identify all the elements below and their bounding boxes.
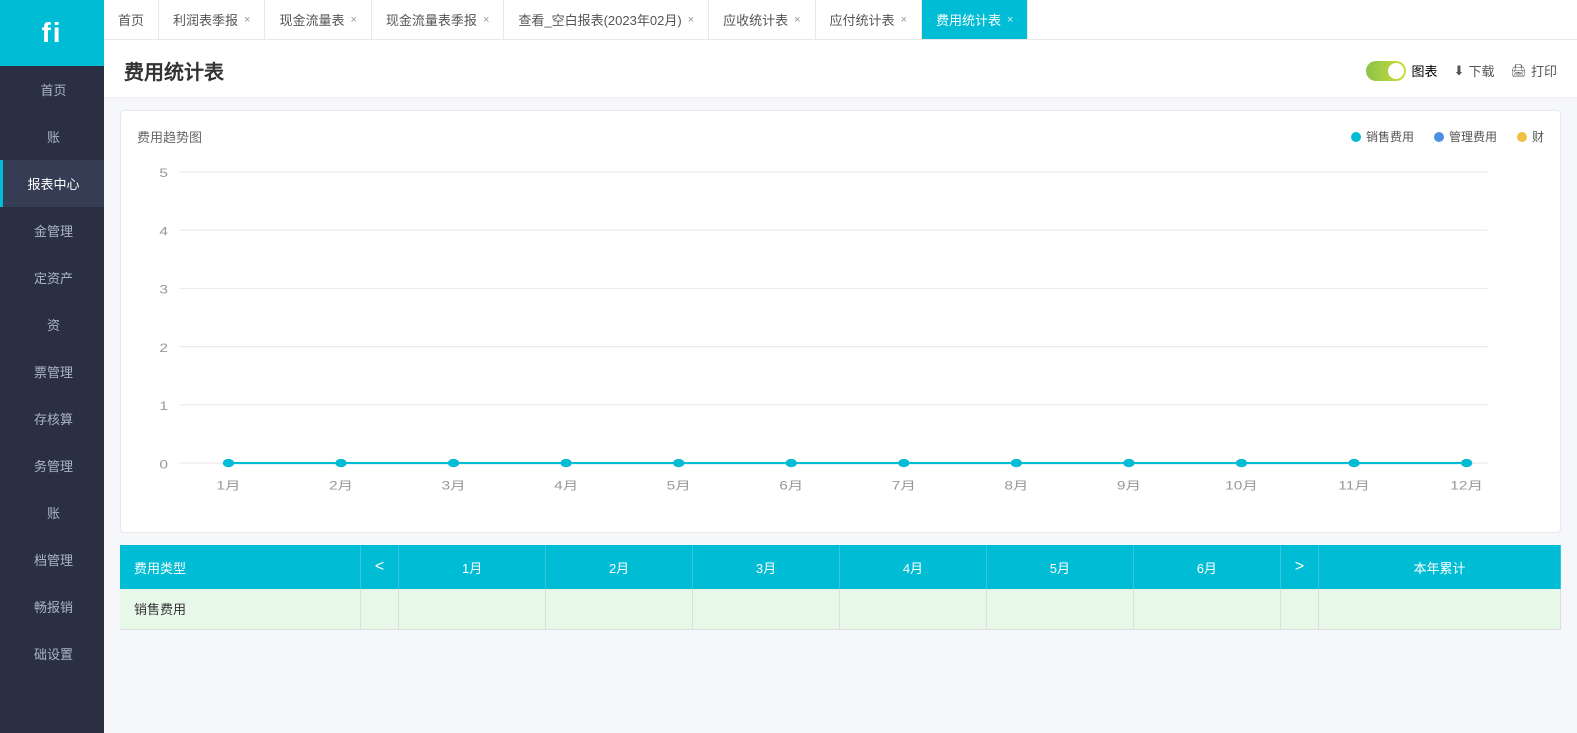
legend-admin: 管理费用 xyxy=(1434,128,1497,145)
svg-text:12月: 12月 xyxy=(1450,479,1483,492)
col-month-4: 4月 xyxy=(839,545,986,589)
sidebar-item-home[interactable]: 首页 xyxy=(0,66,104,113)
cell-m2 xyxy=(546,589,693,629)
page-content: 费用统计表 图表 ⬇ 下载 🖨 打印 费用趋势图 xyxy=(104,40,1577,733)
print-icon: 🖨 xyxy=(1510,63,1527,79)
sidebar-item-account[interactable]: 账 xyxy=(0,113,104,160)
tab-expense-stats[interactable]: 费用统计表 × xyxy=(922,0,1028,40)
svg-text:6月: 6月 xyxy=(779,479,803,492)
sidebar-item-settings[interactable]: 础设置 xyxy=(0,630,104,677)
sidebar-item-assets[interactable]: 定资产 xyxy=(0,254,104,301)
download-icon: ⬇ xyxy=(1454,63,1465,79)
cell-spacer xyxy=(360,589,398,629)
tab-home[interactable]: 首页 xyxy=(104,0,159,40)
chart-title: 费用趋势图 xyxy=(137,127,202,146)
svg-text:4: 4 xyxy=(159,225,168,238)
cell-m3 xyxy=(693,589,840,629)
col-nav-prev[interactable]: < xyxy=(360,545,398,589)
col-month-3: 3月 xyxy=(693,545,840,589)
close-tab-blank[interactable]: × xyxy=(688,14,694,26)
tab-receivable[interactable]: 应收统计表 × xyxy=(709,0,815,40)
close-tab-expense[interactable]: × xyxy=(1007,14,1013,26)
close-tab-cashflow[interactable]: × xyxy=(350,14,356,26)
svg-text:10月: 10月 xyxy=(1225,479,1258,492)
sidebar-item-inventory[interactable]: 存核算 xyxy=(0,395,104,442)
legend-sales: 销售费用 xyxy=(1351,128,1414,145)
col-month-6: 6月 xyxy=(1133,545,1280,589)
sidebar-item-service[interactable]: 务管理 xyxy=(0,442,104,489)
sidebar-item-reports[interactable]: 报表中心 xyxy=(0,160,104,207)
legend-dot-admin xyxy=(1434,132,1444,142)
chart-toggle-wrap: 图表 xyxy=(1366,61,1438,81)
expense-table: 费用类型 < 1月 2月 3月 4月 5月 6月 > 本年累计 xyxy=(120,545,1561,630)
col-month-1: 1月 xyxy=(399,545,546,589)
main-content: 首页 利润表季报 × 现金流量表 × 现金流量表季报 × 查看_空白报表(202… xyxy=(104,0,1577,733)
svg-text:0: 0 xyxy=(159,458,168,471)
svg-text:8月: 8月 xyxy=(1004,479,1028,492)
col-month-5: 5月 xyxy=(986,545,1133,589)
tab-profit[interactable]: 利润表季报 × xyxy=(159,0,265,40)
chart-legend: 销售费用 管理费用 财 xyxy=(1351,128,1544,145)
header-actions: 图表 ⬇ 下载 🖨 打印 xyxy=(1366,61,1557,81)
svg-text:3: 3 xyxy=(159,283,168,296)
cell-m6 xyxy=(1133,589,1280,629)
data-table-section: 费用类型 < 1月 2月 3月 4月 5月 6月 > 本年累计 xyxy=(120,545,1561,630)
sidebar-item-expense[interactable]: 畅报销 xyxy=(0,583,104,630)
col-expense-type: 费用类型 xyxy=(120,545,360,589)
tab-cashflow[interactable]: 现金流量表 × xyxy=(265,0,371,40)
svg-text:2: 2 xyxy=(159,342,168,355)
chart-section: 费用趋势图 销售费用 管理费用 财 xyxy=(120,110,1561,533)
svg-text:1: 1 xyxy=(159,400,168,413)
sidebar-item-ledger[interactable]: 账 xyxy=(0,489,104,536)
svg-text:2月: 2月 xyxy=(329,479,353,492)
chart-svg: 5 4 3 2 1 0 xyxy=(137,156,1544,516)
col-nav-next[interactable]: > xyxy=(1280,545,1318,589)
sidebar-item-capital[interactable]: 资 xyxy=(0,301,104,348)
cell-total xyxy=(1319,589,1561,629)
legend-finance: 财 xyxy=(1517,128,1544,145)
close-tab-receivable[interactable]: × xyxy=(794,14,800,26)
expense-type-label: 销售费用 xyxy=(120,589,360,629)
close-tab-cashflow-q[interactable]: × xyxy=(483,14,489,26)
tabs-bar: 首页 利润表季报 × 现金流量表 × 现金流量表季报 × 查看_空白报表(202… xyxy=(104,0,1577,40)
col-month-2: 2月 xyxy=(546,545,693,589)
page-title: 费用统计表 xyxy=(124,56,224,85)
svg-text:5月: 5月 xyxy=(667,479,691,492)
tab-payable[interactable]: 应付统计表 × xyxy=(816,0,922,40)
svg-text:5: 5 xyxy=(159,167,168,180)
sidebar: fi 首页 账 报表中心 金管理 定资产 资 票管理 存核算 务管理 账 档管理… xyxy=(0,0,104,733)
sidebar-item-cash[interactable]: 金管理 xyxy=(0,207,104,254)
cell-m1 xyxy=(399,589,546,629)
svg-text:3月: 3月 xyxy=(442,479,466,492)
svg-text:9月: 9月 xyxy=(1117,479,1141,492)
chart-toggle-label: 图表 xyxy=(1412,61,1438,80)
cell-m4 xyxy=(839,589,986,629)
svg-text:1月: 1月 xyxy=(216,479,240,492)
close-tab-payable[interactable]: × xyxy=(901,14,907,26)
legend-dot-finance xyxy=(1517,132,1527,142)
page-header: 费用统计表 图表 ⬇ 下载 🖨 打印 xyxy=(104,40,1577,98)
tab-cashflow-q[interactable]: 现金流量表季报 × xyxy=(372,0,504,40)
chart-toggle[interactable] xyxy=(1366,61,1406,81)
sidebar-item-invoice[interactable]: 票管理 xyxy=(0,348,104,395)
sidebar-logo: fi xyxy=(0,0,104,66)
print-button[interactable]: 🖨 打印 xyxy=(1510,61,1557,80)
legend-dot-sales xyxy=(1351,132,1361,142)
tab-blank-report[interactable]: 查看_空白报表(2023年02月) × xyxy=(504,0,709,40)
table-header-row: 费用类型 < 1月 2月 3月 4月 5月 6月 > 本年累计 xyxy=(120,545,1561,589)
close-tab-profit[interactable]: × xyxy=(244,14,250,26)
download-button[interactable]: ⬇ 下载 xyxy=(1454,61,1495,80)
cell-spacer2 xyxy=(1280,589,1318,629)
sidebar-item-archive[interactable]: 档管理 xyxy=(0,536,104,583)
chart-header: 费用趋势图 销售费用 管理费用 财 xyxy=(137,127,1544,146)
cell-m5 xyxy=(986,589,1133,629)
svg-text:11月: 11月 xyxy=(1338,479,1370,492)
svg-text:7月: 7月 xyxy=(892,479,916,492)
chart-area: 5 4 3 2 1 0 xyxy=(137,156,1544,516)
svg-text:4月: 4月 xyxy=(554,479,578,492)
col-yearly-total: 本年累计 xyxy=(1319,545,1561,589)
table-row: 销售费用 xyxy=(120,589,1561,629)
